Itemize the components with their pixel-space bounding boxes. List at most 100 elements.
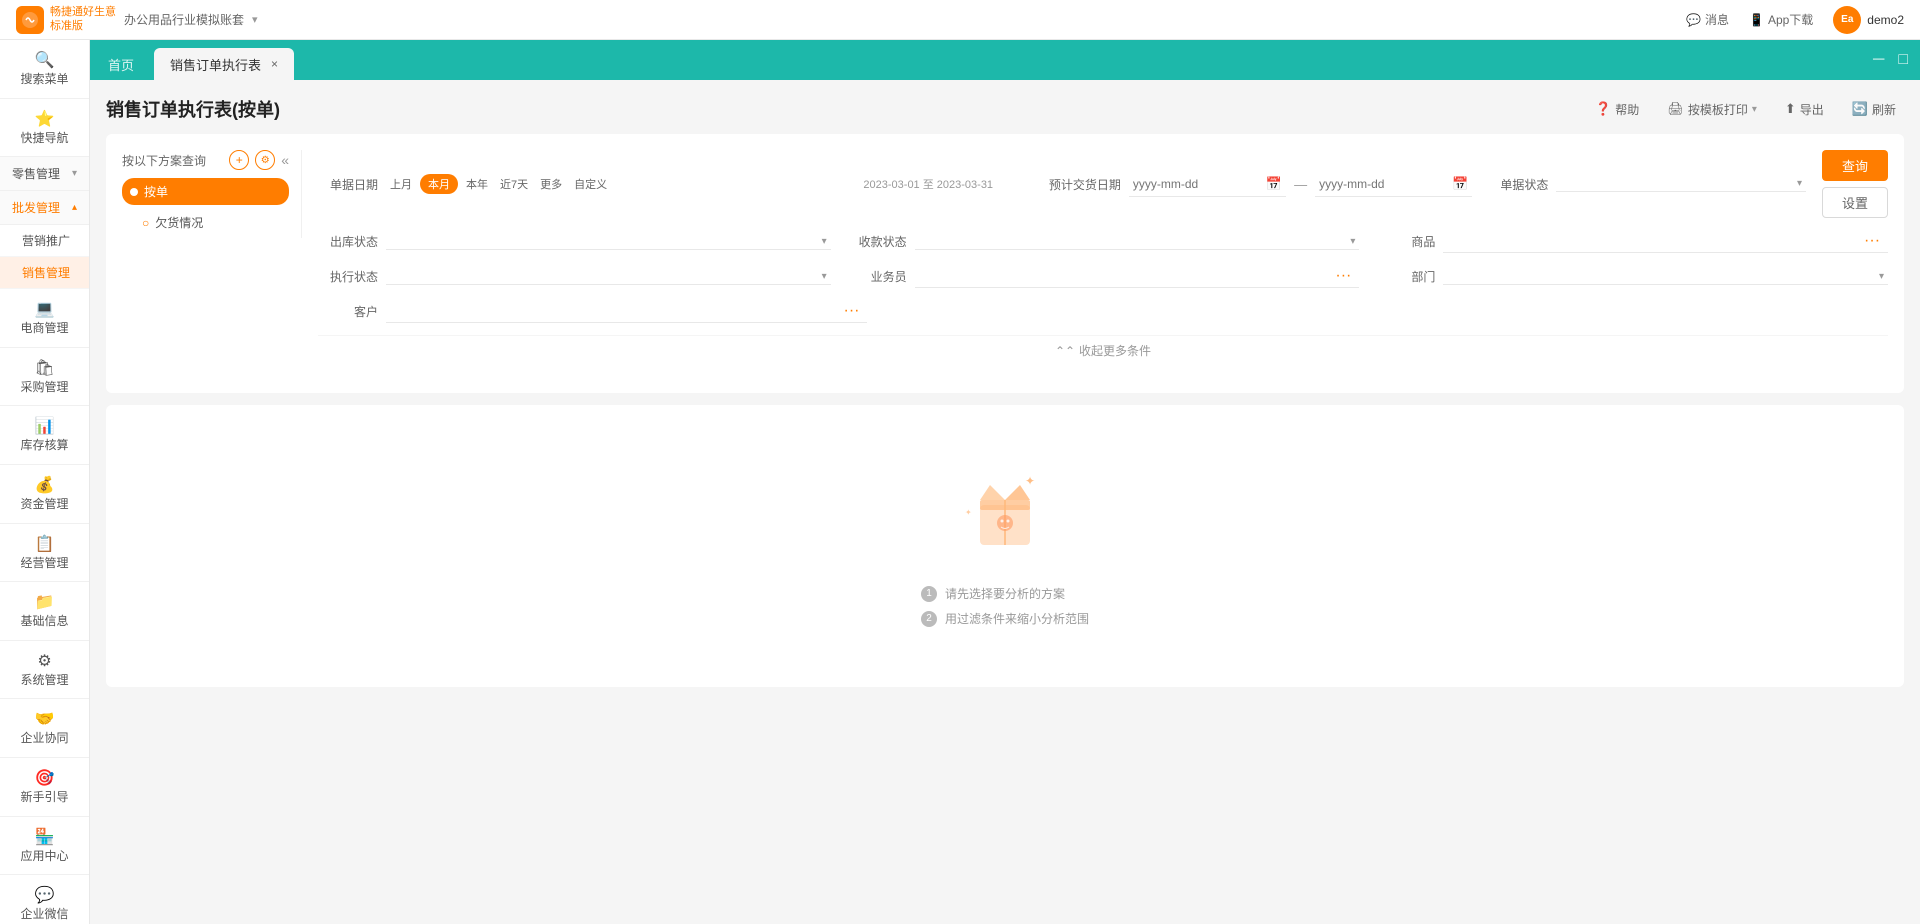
sidebar-item-search-label: 搜索菜单	[20, 72, 68, 88]
enterprise-icon: 🤝	[35, 709, 55, 729]
app-download-button[interactable]: 📱 App下载	[1749, 11, 1813, 28]
settings-button[interactable]: 设置	[1822, 187, 1888, 218]
refresh-icon: 🔄	[1852, 101, 1868, 117]
collection-status-select[interactable]: ▾	[915, 234, 1360, 250]
date-separator: —	[1294, 177, 1307, 192]
sidebar-item-operations[interactable]: 📋 经营管理	[0, 524, 89, 583]
sidebar-item-inventory[interactable]: 📊 库存核算	[0, 406, 89, 465]
retail-expand-icon: ▾	[72, 168, 77, 179]
scheme-add-button[interactable]: +	[229, 150, 249, 170]
scheme-header-label: 按以下方案查询	[122, 152, 206, 169]
search-settings-group: 查询 设置	[1822, 150, 1888, 218]
customer-dots-button[interactable]: ···	[840, 302, 864, 320]
sidebar-item-retail[interactable]: 零售管理 ▾	[0, 157, 89, 191]
scheme-settings-icon: ⚙	[261, 155, 270, 166]
tab-maximize-button[interactable]: □	[1894, 40, 1912, 80]
print-icon: 🖨	[1667, 101, 1684, 117]
export-button[interactable]: ⬆ 导出	[1777, 97, 1832, 122]
message-button[interactable]: 💬 消息	[1686, 11, 1729, 28]
sidebar-item-purchase[interactable]: 🛍 采购管理	[0, 348, 89, 407]
filter-top: 按以下方案查询 + ⚙ «	[122, 150, 1888, 365]
scheme-item-by-order[interactable]: 按单	[122, 178, 289, 205]
retail-label: 零售管理	[12, 165, 60, 182]
salesperson-dots-button[interactable]: ···	[1331, 267, 1355, 285]
sidebar-item-finance[interactable]: 💰 资金管理	[0, 465, 89, 524]
tab-sales-order-exec-label: 销售订单执行表	[170, 55, 261, 74]
year-button[interactable]: 本年	[462, 174, 492, 194]
operations-icon: 📋	[35, 534, 55, 554]
filter-field-expected-date: 预计交货日期 📅 — 📅	[1049, 172, 1473, 197]
out-status-select[interactable]: ▾	[386, 234, 831, 250]
user-name: demo2	[1867, 13, 1904, 27]
message-label: 消息	[1705, 11, 1729, 28]
filter-row-3: 执行状态 ▾ 业务员 ···	[318, 265, 1888, 288]
step-1-number: 1	[921, 586, 937, 602]
sidebar-basicinfo-label: 基础信息	[20, 614, 68, 630]
dept-arrow-icon: ▾	[1879, 271, 1884, 282]
refresh-button[interactable]: 🔄 刷新	[1844, 97, 1904, 122]
status-select[interactable]: ▾	[1556, 176, 1806, 192]
breadcrumb-arrow-icon[interactable]: ▾	[252, 13, 258, 26]
print-dropdown-icon: ▾	[1752, 104, 1757, 115]
filter-field-exec-status: 执行状态 ▾	[318, 268, 831, 285]
print-template-button[interactable]: 🖨 按模板打印 ▾	[1659, 97, 1765, 122]
sidebar-item-enterprise[interactable]: 🤝 企业协同	[0, 699, 89, 758]
filter-field-dept: 部门 ▾	[1375, 268, 1888, 285]
scheme-settings-button[interactable]: ⚙	[255, 150, 275, 170]
prev-month-button[interactable]: 上月	[386, 174, 416, 194]
tab-sales-order-exec[interactable]: 销售订单执行表 ×	[154, 48, 294, 80]
sidebar-item-app-center[interactable]: 🏪 应用中心	[0, 817, 89, 876]
calendar-end-icon[interactable]: 📅	[1452, 176, 1468, 192]
logo-text: 畅捷通好生意 标准版	[50, 6, 116, 32]
purchase-icon: 🛍	[34, 358, 54, 378]
salesperson-label: 业务员	[847, 268, 907, 285]
filter-field-goods: 商品 ···	[1375, 230, 1888, 253]
custom-date-button[interactable]: 自定义	[570, 174, 611, 194]
shortage-label: 欠货情况	[155, 214, 203, 231]
expected-date-start-input[interactable]	[1133, 174, 1262, 194]
expected-date-end-input[interactable]	[1319, 174, 1448, 194]
tab-close-icon[interactable]: ×	[271, 57, 278, 71]
dept-select[interactable]: ▾	[1443, 269, 1888, 285]
goods-dots-button[interactable]: ···	[1860, 232, 1884, 250]
sidebar-item-quick-nav[interactable]: ⭐ 快捷导航	[0, 99, 89, 158]
tab-minimize-button[interactable]: ─	[1869, 40, 1888, 80]
star-icon: ⭐	[35, 109, 55, 129]
seven-days-button[interactable]: 近7天	[496, 174, 532, 194]
sidebar-item-wholesale[interactable]: 批发管理 ▴	[0, 191, 89, 225]
sidebar-sub-item-marketing[interactable]: 营销推广	[0, 225, 89, 257]
help-button[interactable]: ❓ 帮助	[1587, 97, 1647, 122]
scheme-collapse-button[interactable]: «	[281, 152, 289, 168]
scheme-sub-item-shortage[interactable]: ○ 欠货情况	[122, 209, 289, 236]
user-area[interactable]: Ea demo2	[1833, 6, 1904, 34]
export-icon: ⬆	[1785, 101, 1796, 117]
sidebar-item-system[interactable]: ⚙ 系统管理	[0, 641, 89, 700]
sidebar-item-guide[interactable]: 🎯 新手引导	[0, 758, 89, 817]
filter-field-salesperson: 业务员 ···	[847, 265, 1360, 288]
expected-date-start-input-box: 📅	[1129, 172, 1286, 197]
filter-field-collection-status: 收款状态 ▾	[847, 233, 1360, 250]
collapse-button[interactable]: ⌃⌃ 收起更多条件	[318, 335, 1888, 365]
refresh-label: 刷新	[1872, 101, 1896, 118]
sidebar-item-ecommerce[interactable]: 💻 电商管理	[0, 289, 89, 348]
sidebar-item-wechat[interactable]: 💬 企业微信	[0, 875, 89, 924]
sidebar-item-basic-info[interactable]: 📁 基础信息	[0, 582, 89, 641]
curr-month-button[interactable]: 本月	[420, 174, 458, 194]
exec-status-select[interactable]: ▾	[386, 269, 831, 285]
shortage-icon: ○	[142, 216, 149, 230]
dept-label: 部门	[1375, 268, 1435, 285]
calendar-start-icon[interactable]: 📅	[1266, 176, 1282, 192]
sidebar: 🔍 搜索菜单 ⭐ 快捷导航 零售管理 ▾ 批发管理 ▴ 营销推广 销售管理 💻 …	[0, 40, 90, 924]
more-date-button[interactable]: 更多	[536, 174, 566, 194]
sidebar-sub-item-sales[interactable]: 销售管理	[0, 257, 89, 289]
sidebar-guide-label: 新手引导	[20, 790, 68, 806]
header-left: 畅捷通好生意 标准版 办公用品行业模拟账套 ▾	[16, 6, 258, 34]
exec-status-label: 执行状态	[318, 268, 378, 285]
search-button[interactable]: 查询	[1822, 150, 1888, 181]
empty-steps: 1 请先选择要分析的方案 2 用过滤条件来缩小分析范围	[921, 585, 1089, 627]
sidebar-item-search[interactable]: 🔍 搜索菜单	[0, 40, 89, 99]
customer-label: 客户	[318, 303, 378, 320]
tab-home[interactable]: 首页	[92, 48, 150, 80]
empty-step-2: 2 用过滤条件来缩小分析范围	[921, 610, 1089, 627]
filter-panel: 按以下方案查询 + ⚙ «	[106, 134, 1904, 393]
